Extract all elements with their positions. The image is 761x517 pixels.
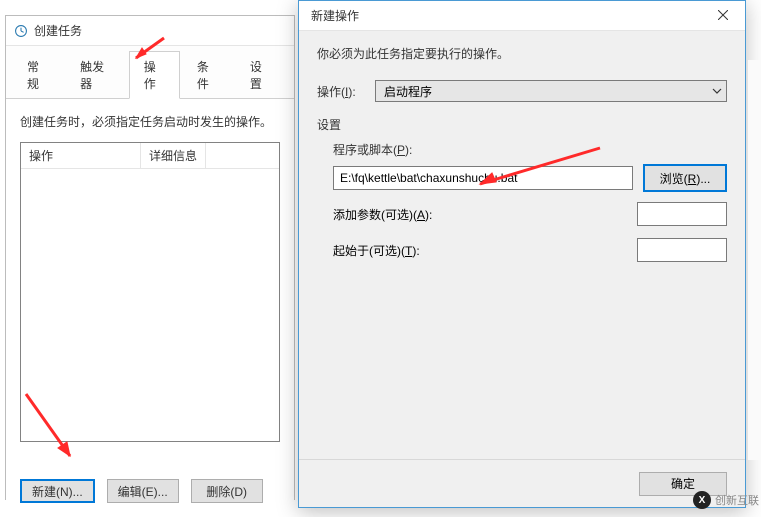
tab-triggers[interactable]: 触发器 <box>65 51 127 99</box>
action-dropdown-value: 启动程序 <box>384 83 432 100</box>
tab-actions[interactable]: 操作 <box>129 51 180 99</box>
startin-label: 起始于(可选)(T): <box>333 242 420 259</box>
right-panel-edge <box>747 60 761 460</box>
new-action-dialog: 新建操作 你必须为此任务指定要执行的操作。 操作(I): 启动程序 设置 程序或… <box>298 0 746 508</box>
browse-button[interactable]: 浏览(R)... <box>643 164 727 192</box>
program-label: 程序或脚本(P): <box>333 141 727 158</box>
watermark-icon: X <box>693 491 711 509</box>
action-buttons-row: 新建(N)... 编辑(E)... 删除(D) <box>20 479 263 503</box>
settings-label: 设置 <box>317 116 727 133</box>
close-icon <box>718 9 728 23</box>
table-header: 操作 详细信息 <box>21 143 279 169</box>
new-button[interactable]: 新建(N)... <box>20 479 95 503</box>
create-task-titlebar: 创建任务 <box>6 16 294 46</box>
dialog-footer: 确定 <box>299 459 745 507</box>
startin-row: 起始于(可选)(T): <box>333 238 727 262</box>
window-title: 创建任务 <box>34 22 82 39</box>
args-label: 添加参数(可选)(A): <box>333 206 432 223</box>
edit-button[interactable]: 编辑(E)... <box>107 479 179 503</box>
program-input[interactable] <box>333 166 633 190</box>
dialog-titlebar: 新建操作 <box>299 1 745 31</box>
tab-content: 创建任务时，必须指定任务启动时发生的操作。 操作 详细信息 新建(N)... 编… <box>6 99 294 509</box>
dialog-title: 新建操作 <box>311 7 359 24</box>
table-header-details[interactable]: 详细信息 <box>141 143 206 168</box>
program-row: 浏览(R)... <box>333 164 727 192</box>
dialog-hint: 你必须为此任务指定要执行的操作。 <box>317 45 727 62</box>
clock-icon <box>14 24 28 38</box>
dialog-body: 你必须为此任务指定要执行的操作。 操作(I): 启动程序 设置 程序或脚本(P)… <box>299 31 745 288</box>
create-task-window: 创建任务 常规 触发器 操作 条件 设置 创建任务时，必须指定任务启动时发生的操… <box>5 15 295 500</box>
settings-group: 程序或脚本(P): 浏览(R)... 添加参数(可选)(A): 起始于(可选)(… <box>333 141 727 262</box>
actions-table[interactable]: 操作 详细信息 <box>20 142 280 442</box>
tab-general[interactable]: 常规 <box>12 51 63 99</box>
watermark: X 创新互联 <box>693 491 759 509</box>
action-row: 操作(I): 启动程序 <box>317 80 727 102</box>
action-dropdown[interactable]: 启动程序 <box>375 80 727 102</box>
close-button[interactable] <box>700 1 745 31</box>
args-row: 添加参数(可选)(A): <box>333 202 727 226</box>
watermark-text: 创新互联 <box>715 492 759 508</box>
tab-conditions[interactable]: 条件 <box>182 51 233 99</box>
args-input[interactable] <box>637 202 727 226</box>
table-header-action[interactable]: 操作 <box>21 143 141 168</box>
instruction-text: 创建任务时，必须指定任务启动时发生的操作。 <box>20 113 280 130</box>
tab-settings[interactable]: 设置 <box>235 51 286 99</box>
delete-button[interactable]: 删除(D) <box>191 479 263 503</box>
chevron-down-icon <box>712 86 722 96</box>
tab-bar: 常规 触发器 操作 条件 设置 <box>6 46 294 99</box>
action-label: 操作(I): <box>317 83 375 100</box>
startin-input[interactable] <box>637 238 727 262</box>
